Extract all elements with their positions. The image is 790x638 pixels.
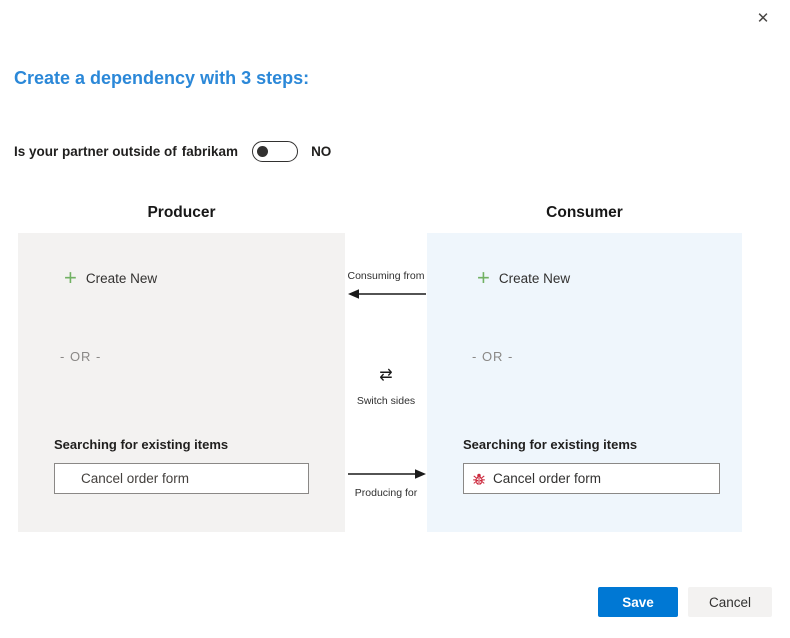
save-button[interactable]: Save [598,587,678,617]
consuming-arrow-left-icon [348,288,426,300]
producer-search-input[interactable] [55,470,308,487]
producer-create-new-button[interactable]: + Create New [64,269,157,287]
producing-arrow-right-icon [348,468,426,480]
producer-search-box [54,463,309,494]
switch-sides-button[interactable]: ⇄ Switch sides [346,368,426,407]
create-dependency-dialog: ✕ Create a dependency with 3 steps: Is y… [0,0,790,638]
consumer-or-divider: - OR - [472,349,513,364]
consumer-panel: + Create New - OR - Searching for existi… [427,233,742,532]
cancel-button[interactable]: Cancel [688,587,772,617]
switch-sides-icon: ⇄ [346,368,426,384]
consumer-search-input[interactable] [493,470,719,487]
producer-heading: Producer [18,204,345,222]
switch-sides-label: Switch sides [346,395,426,407]
consumer-heading: Consumer [427,204,742,222]
producer-panel: + Create New - OR - Searching for existi… [18,233,345,532]
partner-org-name: fabrikam [182,144,238,159]
bug-icon [472,472,486,486]
producer-or-divider: - OR - [60,349,101,364]
plus-icon: + [477,269,490,287]
dialog-title: Create a dependency with 3 steps: [14,68,309,89]
producer-search-label: Searching for existing items [54,437,228,452]
create-new-label: Create New [499,271,570,286]
consumer-search-box [463,463,720,494]
toggle-knob-icon [257,146,268,157]
partner-question-row: Is your partner outside of fabrikam NO [14,140,331,162]
plus-icon: + [64,269,77,287]
close-icon[interactable]: ✕ [750,6,776,32]
create-new-label: Create New [86,271,157,286]
toggle-state-label: NO [311,144,331,159]
consumer-search-label: Searching for existing items [463,437,637,452]
producing-for-label: Producing for [338,487,434,499]
consumer-create-new-button[interactable]: + Create New [477,269,570,287]
partner-question-label: Is your partner outside of [14,144,177,159]
partner-outside-toggle[interactable] [252,141,298,162]
consuming-from-label: Consuming from [338,270,434,282]
